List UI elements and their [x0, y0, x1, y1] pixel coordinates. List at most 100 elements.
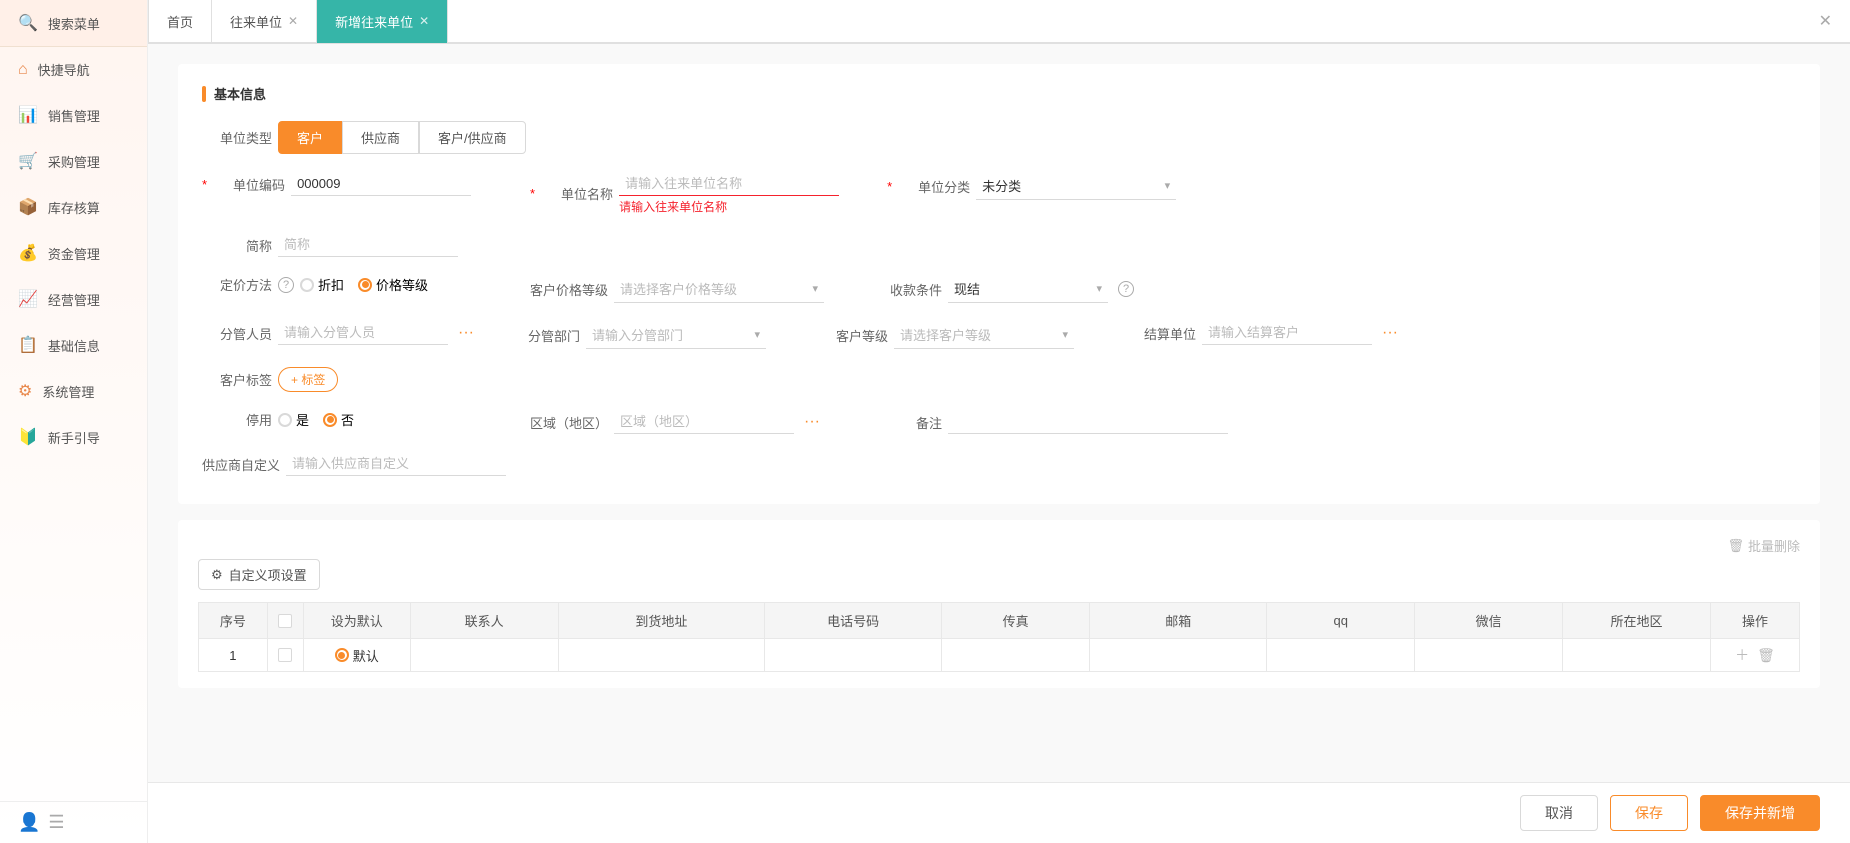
remark-field: 备注: [872, 410, 1228, 434]
row-default-label: 默认: [353, 646, 379, 665]
dept-placeholder: 请输入分管部门: [592, 325, 754, 344]
dept-select[interactable]: 请输入分管部门 ▾: [586, 321, 766, 349]
add-row-icon[interactable]: ＋: [1735, 645, 1749, 665]
col-checkbox: [267, 603, 303, 639]
row-default-radio[interactable]: [335, 648, 349, 662]
type-btn-customer[interactable]: 客户: [278, 121, 342, 154]
tab-new-partner[interactable]: 新增往来单位 ✕: [317, 0, 448, 43]
payment-term-select[interactable]: 现结 ▾: [948, 275, 1108, 303]
manager-row: 分管人员 ··· 分管部门 请输入分管部门 ▾ 客户等级 请选择客户等级 ▾: [202, 321, 1796, 349]
guide-icon: 🔰: [18, 427, 38, 447]
qq-input[interactable]: [1301, 648, 1381, 663]
disabled-no-radio[interactable]: [323, 413, 337, 427]
pricing-grade-option[interactable]: 价格等级: [358, 275, 428, 294]
region-more-btn[interactable]: ···: [800, 413, 824, 431]
short-name-input[interactable]: [278, 233, 458, 257]
remark-input[interactable]: [948, 410, 1228, 434]
disabled-yes-option[interactable]: 是: [278, 410, 309, 429]
customer-level-placeholder: 请选择客户等级: [900, 325, 1062, 344]
email-input[interactable]: [1128, 648, 1228, 663]
save-button[interactable]: 保存: [1610, 795, 1688, 831]
address-input[interactable]: [601, 648, 721, 663]
sidebar-item-operations[interactable]: 📈 经营管理: [0, 276, 147, 322]
sidebar-item-inventory[interactable]: 📦 库存核算: [0, 184, 147, 230]
unit-category-select[interactable]: 未分类 ▾: [976, 172, 1176, 200]
manager-more-btn[interactable]: ···: [454, 324, 478, 342]
customer-level-select[interactable]: 请选择客户等级 ▾: [894, 321, 1074, 349]
row-phone: [765, 639, 942, 672]
pricing-discount-radio[interactable]: [300, 278, 314, 292]
pricing-discount-option[interactable]: 折扣: [300, 275, 344, 294]
manager-input[interactable]: [278, 321, 448, 345]
pricing-row: 定价方法 ? 折扣 价格等级 客户价格等级: [202, 275, 1796, 303]
wechat-input[interactable]: [1449, 648, 1529, 663]
dept-field: 分管部门 请输入分管部门 ▾: [510, 321, 790, 349]
payment-help-icon[interactable]: ?: [1118, 281, 1134, 297]
tab-partner[interactable]: 往来单位 ✕: [212, 0, 317, 43]
remark-label: 备注: [872, 413, 942, 432]
tab-partner-label: 往来单位: [230, 12, 282, 31]
unit-code-required: *: [202, 177, 207, 192]
main-area: 首页 往来单位 ✕ 新增往来单位 ✕ ✕ 基本信息 单位类型 客户: [148, 0, 1850, 843]
short-name-label: 简称: [202, 236, 272, 255]
sidebar-item-sales[interactable]: 📊 销售管理: [0, 92, 147, 138]
save-new-button[interactable]: 保存并新增: [1700, 795, 1820, 831]
unit-name-input[interactable]: [619, 172, 839, 196]
pricing-grade-radio[interactable]: [358, 278, 372, 292]
sidebar-item-purchase[interactable]: 🛒 采购管理: [0, 138, 147, 184]
tab-partner-close[interactable]: ✕: [288, 14, 298, 28]
sidebar-basic-label: 基础信息: [48, 336, 100, 355]
sidebar-item-search[interactable]: 🔍 搜索菜单: [0, 0, 147, 47]
supplier-custom-label: 供应商自定义: [202, 455, 280, 474]
row-region-input[interactable]: [1596, 648, 1676, 663]
tab-new-partner-label: 新增往来单位: [335, 12, 413, 31]
unit-name-error: 请输入往来单位名称: [619, 198, 839, 215]
sidebar-item-quick-nav[interactable]: ⌂ 快捷导航: [0, 47, 147, 92]
system-icon: ⚙: [18, 381, 32, 401]
customer-price-arrow: ▾: [812, 282, 818, 295]
window-close-button[interactable]: ✕: [1801, 11, 1850, 31]
header-checkbox[interactable]: [278, 614, 292, 628]
unit-type-btn-group: 客户 供应商 客户/供应商: [278, 121, 526, 154]
table-header-row: 序号 设为默认 联系人 到货地址 电话号码 传真 邮箱 qq 微信 所在地区 操…: [199, 603, 1800, 639]
disabled-yes-radio[interactable]: [278, 413, 292, 427]
row-checkbox[interactable]: [278, 648, 292, 662]
row-default-radio-item[interactable]: 默认: [314, 646, 400, 665]
cancel-button[interactable]: 取消: [1520, 795, 1598, 831]
pricing-help-icon[interactable]: ?: [278, 277, 294, 293]
disabled-no-option[interactable]: 否: [323, 410, 354, 429]
unit-cat-required: *: [887, 179, 892, 194]
search-icon: 🔍: [18, 13, 38, 33]
customer-price-select[interactable]: 请选择客户价格等级 ▾: [614, 275, 824, 303]
tab-new-partner-close[interactable]: ✕: [419, 14, 429, 28]
unit-code-input[interactable]: [291, 172, 471, 196]
type-btn-supplier[interactable]: 供应商: [342, 121, 419, 154]
contact-input[interactable]: [444, 648, 524, 663]
customer-level-field: 客户等级 请选择客户等级 ▾: [818, 321, 1098, 349]
settlement-more-btn[interactable]: ···: [1378, 324, 1402, 342]
batch-delete-label[interactable]: 批量删除: [1748, 536, 1800, 555]
settlement-field: 结算单位 ···: [1126, 321, 1406, 345]
customer-level-label: 客户等级: [818, 326, 888, 345]
supplier-custom-input[interactable]: [286, 452, 506, 476]
row-action-cell: ＋ 🗑: [1710, 639, 1799, 672]
type-btn-both[interactable]: 客户/供应商: [419, 121, 526, 154]
sidebar-item-finance[interactable]: 💰 资金管理: [0, 230, 147, 276]
sidebar-item-basic[interactable]: 📋 基础信息: [0, 322, 147, 368]
custom-settings-button[interactable]: ⚙ 自定义项设置: [198, 559, 320, 590]
phone-input[interactable]: [803, 648, 903, 663]
manager-field: 分管人员 ···: [202, 321, 482, 345]
settlement-input[interactable]: [1202, 321, 1372, 345]
fax-input[interactable]: [976, 648, 1056, 663]
row-fax: [942, 639, 1090, 672]
delete-row-icon[interactable]: 🗑: [1757, 647, 1775, 664]
purchase-icon: 🛒: [18, 151, 38, 171]
tab-home[interactable]: 首页: [148, 0, 212, 43]
add-tag-button[interactable]: + 标签: [278, 367, 338, 392]
finance-icon: 💰: [18, 243, 38, 263]
sidebar-item-system[interactable]: ⚙ 系统管理: [0, 368, 147, 414]
region-input[interactable]: [614, 410, 794, 434]
row-actions: ＋ 🗑: [1721, 645, 1789, 665]
basic-icon: 📋: [18, 335, 38, 355]
sidebar-item-guide[interactable]: 🔰 新手引导: [0, 414, 147, 460]
